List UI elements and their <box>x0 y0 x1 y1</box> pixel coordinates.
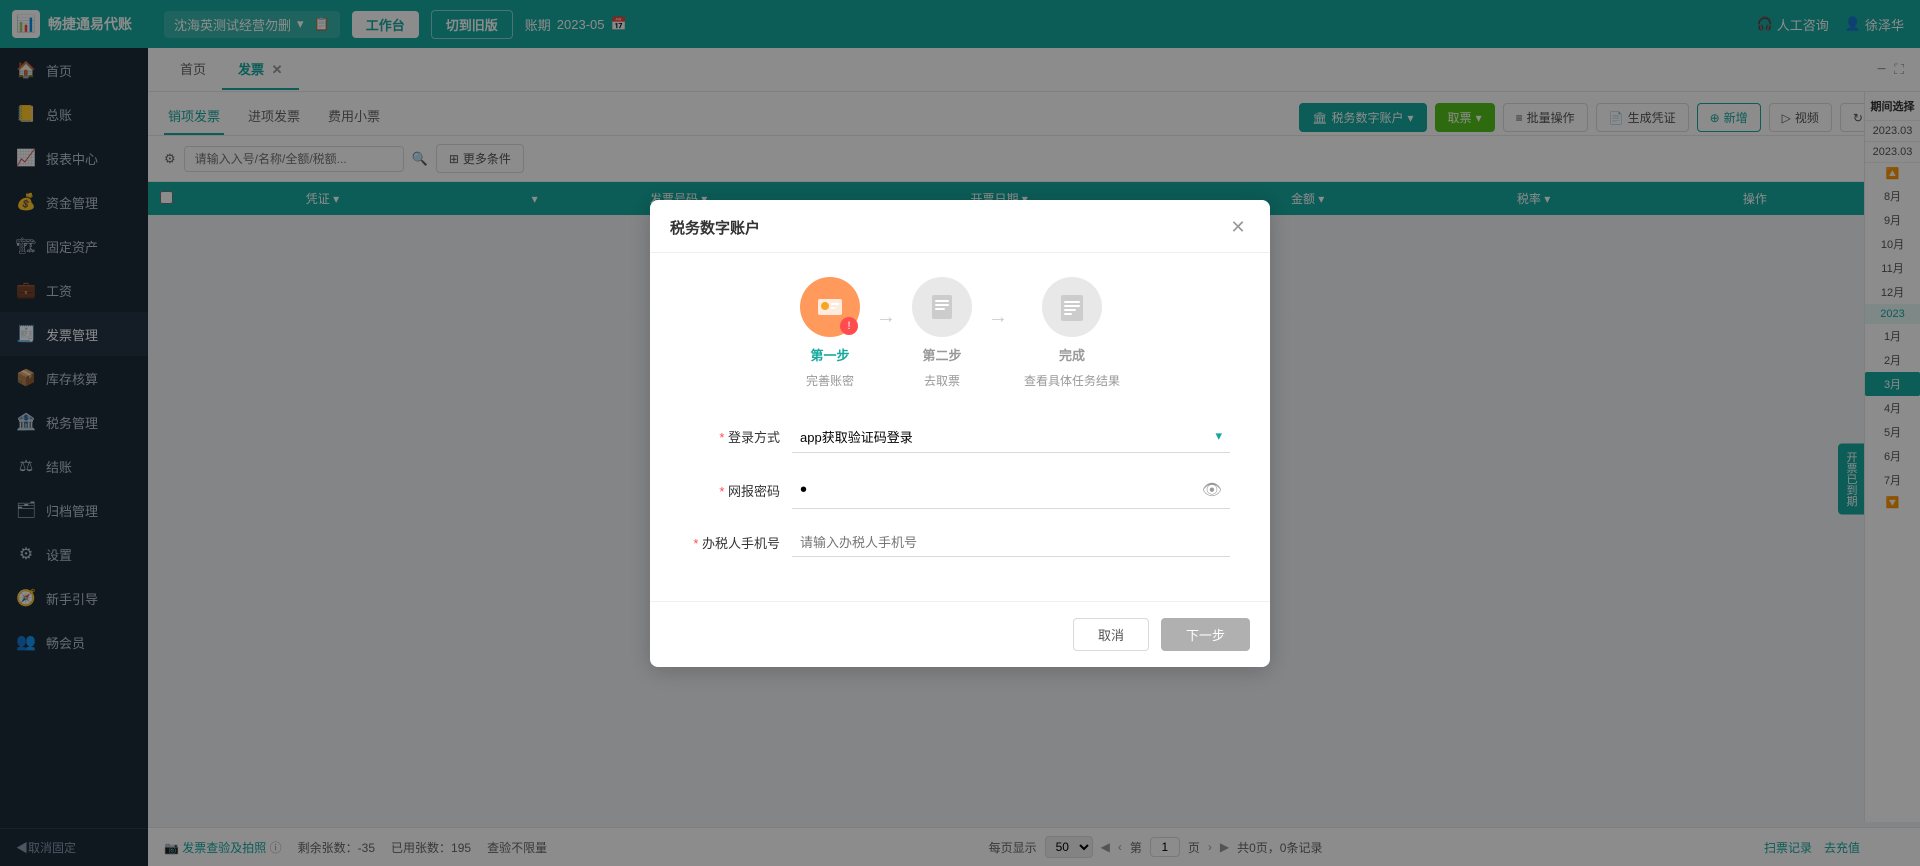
form-row-password: 网报密码 👁 <box>690 473 1230 509</box>
phone-label: 办税人手机号 <box>690 533 780 552</box>
steps-indicator: ! 第一步 完善账密 → 第 <box>690 277 1230 389</box>
step-1-sublabel: 完善账密 <box>806 372 854 389</box>
next-button[interactable]: 下一步 <box>1161 618 1250 651</box>
select-dropdown-icon: ▾ <box>1215 428 1222 444</box>
step-2: 第二步 去取票 <box>912 277 972 389</box>
modal-body: ! 第一步 完善账密 → 第 <box>650 253 1270 601</box>
step-1: ! 第一步 完善账密 <box>800 277 860 389</box>
modal-form: 登录方式 app获取验证码登录 ▾ 网报密码 👁 办税人手机号 <box>690 421 1230 557</box>
phone-input[interactable] <box>792 529 1230 557</box>
login-method-label: 登录方式 <box>690 427 780 446</box>
login-method-value: app获取验证码登录 <box>800 427 913 446</box>
modal-header: 税务数字账户 ✕ <box>650 200 1270 253</box>
step-1-label: 第一步 <box>810 345 849 364</box>
step-1-badge: ! <box>840 317 858 335</box>
form-row-phone: 办税人手机号 <box>690 529 1230 557</box>
step-3-icon <box>1042 277 1102 337</box>
modal-dialog: 税务数字账户 ✕ ! <box>650 200 1270 667</box>
step-2-icon <box>912 277 972 337</box>
password-field-wrapper: 👁 <box>792 473 1230 509</box>
password-input[interactable] <box>800 479 1202 502</box>
modal-title: 税务数字账户 <box>670 217 760 238</box>
login-method-select[interactable]: app获取验证码登录 ▾ <box>792 421 1230 453</box>
step-2-label: 第二步 <box>922 345 961 364</box>
step-3-sublabel: 查看具体任务结果 <box>1024 372 1120 389</box>
step-3-label: 完成 <box>1059 345 1085 364</box>
step-3: 完成 查看具体任务结果 <box>1024 277 1120 389</box>
step-arrow-2: → <box>988 306 1008 359</box>
modal-close-button[interactable]: ✕ <box>1226 216 1250 240</box>
password-label: 网报密码 <box>690 481 780 500</box>
modal-overlay[interactable]: 税务数字账户 ✕ ! <box>0 0 1920 866</box>
modal-footer: 取消 下一步 <box>650 601 1270 667</box>
password-toggle-icon[interactable]: 👁 <box>1202 480 1222 500</box>
step-2-sublabel: 去取票 <box>924 372 960 389</box>
step-1-icon: ! <box>800 277 860 337</box>
cancel-button[interactable]: 取消 <box>1073 618 1149 651</box>
form-row-login-method: 登录方式 app获取验证码登录 ▾ <box>690 421 1230 453</box>
step-arrow-1: → <box>876 306 896 359</box>
